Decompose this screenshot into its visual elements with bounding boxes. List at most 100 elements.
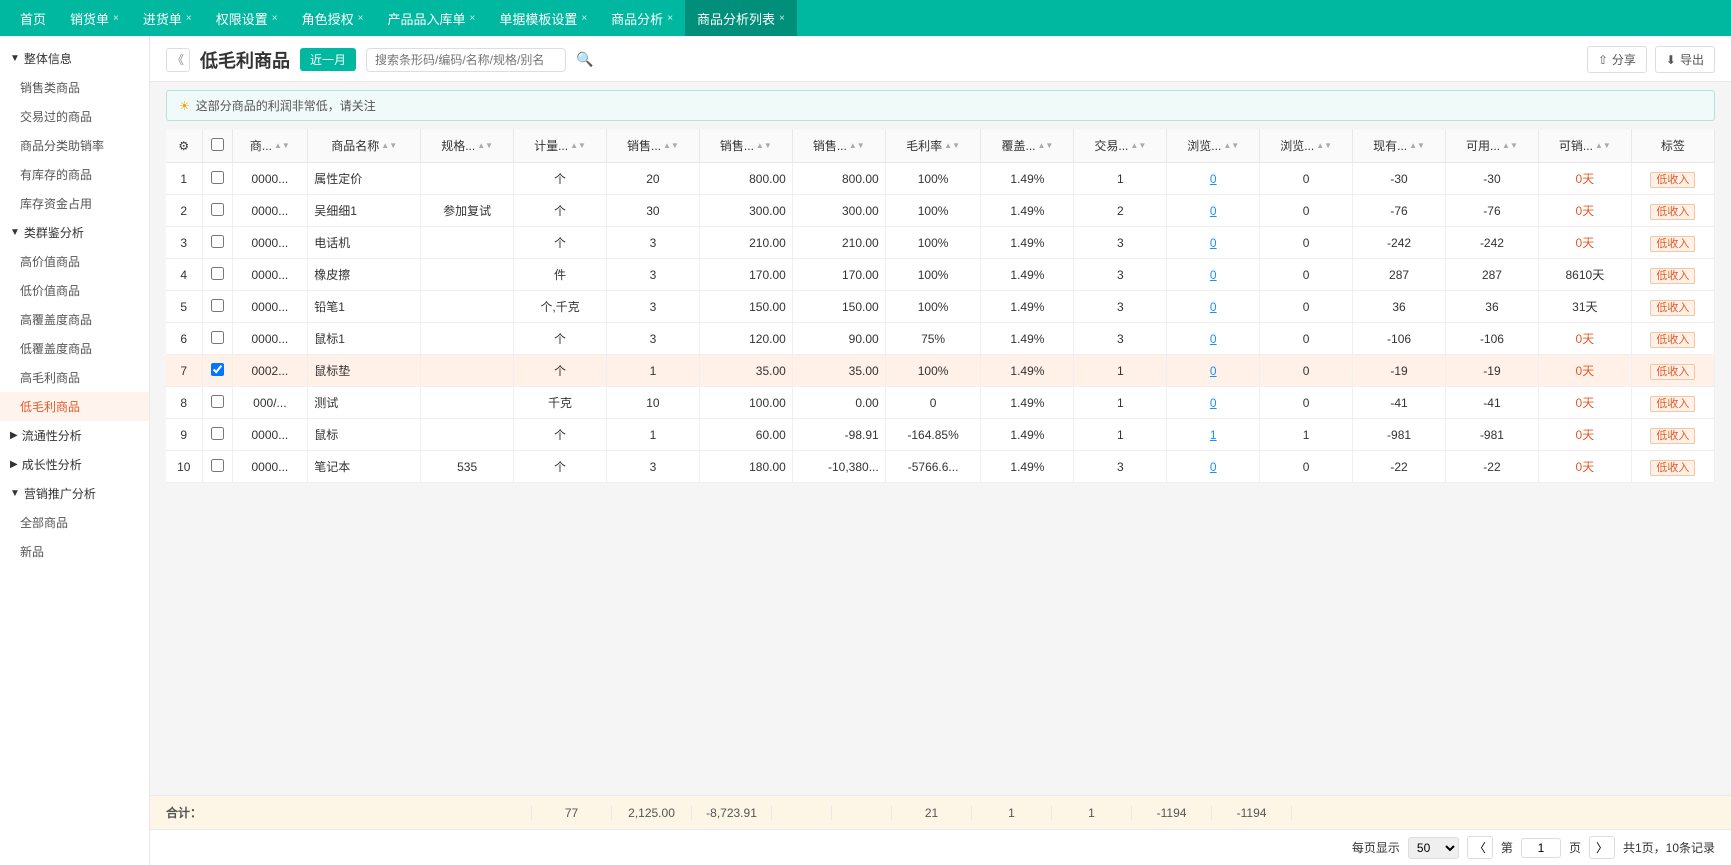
close-icon[interactable]: × bbox=[779, 13, 785, 24]
row-unit: 个 bbox=[514, 323, 607, 355]
sidebar-group-overall[interactable]: ▼ 整体信息 bbox=[0, 44, 149, 73]
search-input[interactable] bbox=[366, 48, 566, 72]
row-browse1: 0 bbox=[1167, 195, 1260, 227]
sort-icon[interactable]: ▲▼ bbox=[663, 141, 679, 150]
row-checkbox[interactable] bbox=[202, 259, 232, 291]
main-content: 《 低毛利商品 近一月 🔍 ⇧ 分享 ⬇ 导出 ☀ 这部分商品的利润非常低，请关… bbox=[150, 36, 1731, 865]
col-tx-header[interactable]: 交易...▲▼ bbox=[1074, 129, 1167, 163]
sort-icon[interactable]: ▲▼ bbox=[944, 141, 960, 150]
sidebar-item-stock-capital[interactable]: 库存资金占用 bbox=[0, 189, 149, 218]
sidebar-item-low-coverage[interactable]: 低覆盖度商品 bbox=[0, 334, 149, 363]
row-checkbox[interactable] bbox=[202, 163, 232, 195]
row-checkbox[interactable] bbox=[202, 451, 232, 483]
close-icon[interactable]: × bbox=[667, 13, 673, 24]
sidebar-item-low-value[interactable]: 低价值商品 bbox=[0, 276, 149, 305]
col-saleamount-header[interactable]: 销售...▲▼ bbox=[699, 129, 792, 163]
row-checkbox[interactable] bbox=[202, 419, 232, 451]
sort-icon[interactable]: ▲▼ bbox=[1595, 141, 1611, 150]
col-available-header[interactable]: 可用...▲▼ bbox=[1446, 129, 1539, 163]
sidebar-item-high-value[interactable]: 高价值商品 bbox=[0, 247, 149, 276]
sort-icon[interactable]: ▲▼ bbox=[1502, 141, 1518, 150]
page-number-input[interactable] bbox=[1521, 838, 1561, 858]
nav-role-auth[interactable]: 角色授权 × bbox=[290, 0, 376, 36]
nav-template-settings[interactable]: 单据模板设置 × bbox=[487, 0, 599, 36]
nav-purchase-order[interactable]: 进货单 × bbox=[131, 0, 204, 36]
close-icon[interactable]: × bbox=[113, 13, 119, 24]
col-saleprofit-header[interactable]: 销售...▲▼ bbox=[792, 129, 885, 163]
row-checkbox[interactable] bbox=[202, 227, 232, 259]
sidebar-group-marketing[interactable]: ▼ 营销推广分析 bbox=[0, 479, 149, 508]
close-icon[interactable]: × bbox=[358, 13, 364, 24]
sort-icon[interactable]: ▲▼ bbox=[1409, 141, 1425, 150]
page-size-select[interactable]: 50 100 200 bbox=[1408, 837, 1459, 859]
settings-icon[interactable]: ⚙ bbox=[178, 139, 189, 153]
col-current-header[interactable]: 现有...▲▼ bbox=[1353, 129, 1446, 163]
sort-icon[interactable]: ▲▼ bbox=[1223, 141, 1239, 150]
row-sale-qty: 3 bbox=[606, 291, 699, 323]
sort-icon[interactable]: ▲▼ bbox=[570, 141, 586, 150]
sidebar-item-new-products[interactable]: 新品 bbox=[0, 537, 149, 566]
select-all-checkbox[interactable] bbox=[211, 138, 224, 151]
row-no: 3 bbox=[166, 227, 202, 259]
nav-home[interactable]: 首页 bbox=[8, 0, 58, 36]
sort-icon[interactable]: ▲▼ bbox=[849, 141, 865, 150]
close-icon[interactable]: × bbox=[469, 13, 475, 24]
col-spec-header[interactable]: 规格...▲▼ bbox=[421, 129, 514, 163]
col-code-header[interactable]: 商...▲▼ bbox=[232, 129, 308, 163]
col-unit-header[interactable]: 计量...▲▼ bbox=[514, 129, 607, 163]
nav-product-entry[interactable]: 产品品入库单 × bbox=[375, 0, 487, 36]
sidebar-item-category-rate[interactable]: 商品分类助销率 bbox=[0, 131, 149, 160]
col-grossrate-header[interactable]: 毛利率▲▼ bbox=[885, 129, 981, 163]
sort-icon[interactable]: ▲▼ bbox=[477, 141, 493, 150]
sidebar-group-growth[interactable]: ▶ 成长性分析 bbox=[0, 450, 149, 479]
sidebar-item-high-coverage[interactable]: 高覆盖度商品 bbox=[0, 305, 149, 334]
sort-icon[interactable]: ▲▼ bbox=[1038, 141, 1054, 150]
col-saleable-header[interactable]: 可销...▲▼ bbox=[1538, 129, 1631, 163]
sort-icon[interactable]: ▲▼ bbox=[1316, 141, 1332, 150]
nav-permission-settings[interactable]: 权限设置 × bbox=[204, 0, 290, 36]
sidebar-item-sales-products[interactable]: 销售类商品 bbox=[0, 73, 149, 102]
col-browse2-header[interactable]: 浏览...▲▼ bbox=[1260, 129, 1353, 163]
row-browse2: 0 bbox=[1260, 387, 1353, 419]
sidebar-item-low-margin[interactable]: 低毛利商品 bbox=[0, 392, 149, 421]
search-button[interactable]: 🔍 bbox=[576, 51, 593, 68]
sidebar-item-all-products[interactable]: 全部商品 bbox=[0, 508, 149, 537]
sidebar-group-circulation[interactable]: ▶ 流通性分析 bbox=[0, 421, 149, 450]
col-name-header[interactable]: 商品名称▲▼ bbox=[308, 129, 421, 163]
col-settings[interactable]: ⚙ bbox=[166, 129, 202, 163]
close-icon[interactable]: × bbox=[581, 13, 587, 24]
nav-product-analysis[interactable]: 商品分析 × bbox=[599, 0, 685, 36]
sidebar-collapse-button[interactable]: 《 bbox=[166, 48, 190, 72]
sidebar-group-cluster[interactable]: ▼ 类群鉴分析 bbox=[0, 218, 149, 247]
sort-icon[interactable]: ▲▼ bbox=[756, 141, 772, 150]
row-checkbox[interactable] bbox=[202, 355, 232, 387]
close-icon[interactable]: × bbox=[186, 13, 192, 24]
col-tag-header[interactable]: 标签 bbox=[1631, 129, 1714, 163]
nav-sales-order[interactable]: 销货单 × bbox=[58, 0, 131, 36]
sort-icon[interactable]: ▲▼ bbox=[381, 141, 397, 150]
sort-icon[interactable]: ▲▼ bbox=[1130, 141, 1146, 150]
col-saleqty-header[interactable]: 销售...▲▼ bbox=[606, 129, 699, 163]
col-browse1-header[interactable]: 浏览...▲▼ bbox=[1167, 129, 1260, 163]
next-page-button[interactable]: 〉 bbox=[1589, 836, 1615, 859]
sidebar-item-high-margin[interactable]: 高毛利商品 bbox=[0, 363, 149, 392]
close-icon[interactable]: × bbox=[272, 13, 278, 24]
share-button[interactable]: ⇧ 分享 bbox=[1587, 46, 1647, 73]
row-checkbox[interactable] bbox=[202, 291, 232, 323]
row-checkbox[interactable] bbox=[202, 195, 232, 227]
table-row: 4 0000... 橡皮擦 件 3 170.00 170.00 100% 1.4… bbox=[166, 259, 1715, 291]
col-checkbox[interactable] bbox=[202, 129, 232, 163]
sidebar-item-traded-products[interactable]: 交易过的商品 bbox=[0, 102, 149, 131]
export-button[interactable]: ⬇ 导出 bbox=[1655, 46, 1715, 73]
sort-icon[interactable]: ▲▼ bbox=[274, 141, 290, 150]
prev-page-button[interactable]: 〈 bbox=[1467, 836, 1493, 859]
row-checkbox[interactable] bbox=[202, 387, 232, 419]
row-browse2: 0 bbox=[1260, 195, 1353, 227]
col-coverage-header[interactable]: 覆盖...▲▼ bbox=[981, 129, 1074, 163]
row-checkbox[interactable] bbox=[202, 323, 232, 355]
nav-product-analysis-list[interactable]: 商品分析列表 × bbox=[685, 0, 797, 36]
row-saleable: 0天 bbox=[1538, 451, 1631, 483]
row-unit: 个 bbox=[514, 355, 607, 387]
sidebar-item-stocked[interactable]: 有库存的商品 bbox=[0, 160, 149, 189]
period-button[interactable]: 近一月 bbox=[300, 48, 356, 71]
